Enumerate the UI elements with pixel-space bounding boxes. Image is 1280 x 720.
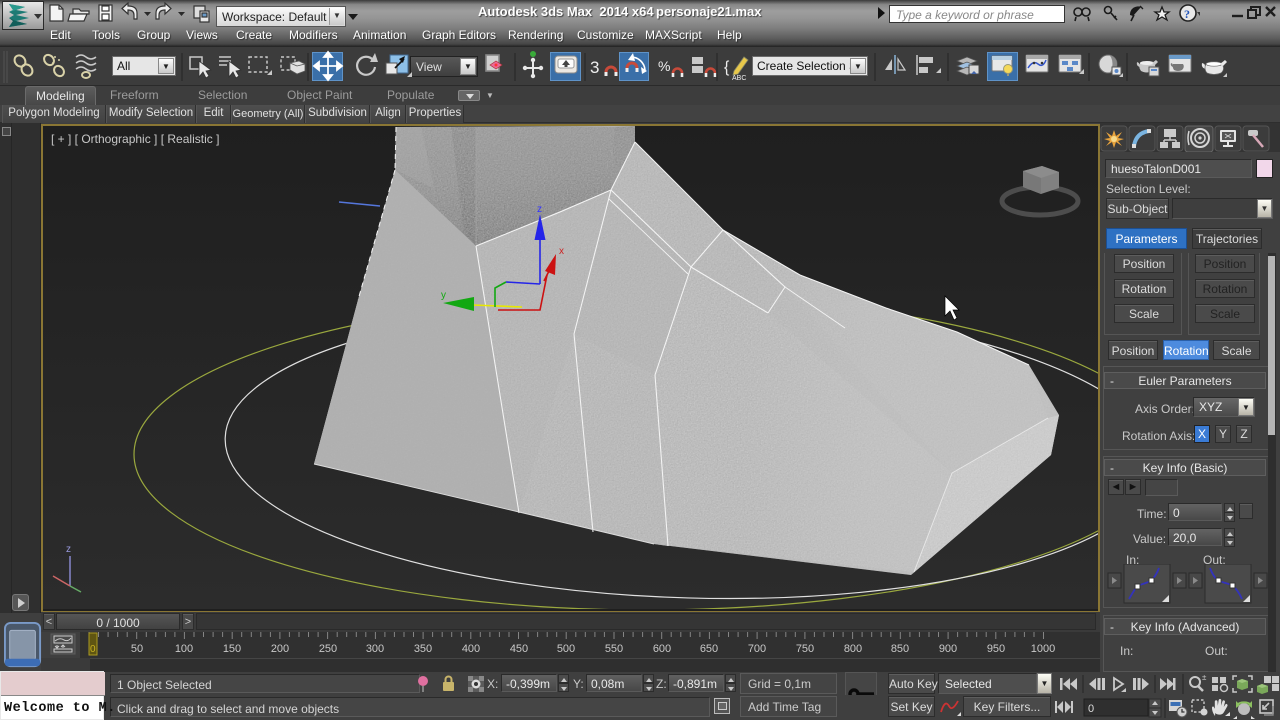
svg-text:z: z <box>66 544 71 555</box>
svg-text:650: 650 <box>700 643 718 655</box>
svg-text:200: 200 <box>271 643 289 655</box>
svg-text:±: ± <box>1202 673 1207 682</box>
svg-text:350: 350 <box>414 643 432 655</box>
svg-text:500: 500 <box>557 643 575 655</box>
svg-text:x: x <box>559 246 564 257</box>
svg-text:850: 850 <box>891 643 909 655</box>
svg-text:400: 400 <box>462 643 480 655</box>
svg-text:50: 50 <box>131 643 143 655</box>
svg-text:0: 0 <box>90 644 96 655</box>
svg-text:%: % <box>658 58 670 74</box>
svg-text:z: z <box>537 204 542 215</box>
svg-text:0: 0 <box>1088 703 1094 715</box>
svg-text:700: 700 <box>748 643 766 655</box>
svg-text:450: 450 <box>510 643 528 655</box>
svg-text:600: 600 <box>653 643 671 655</box>
svg-text:ABC: ABC <box>732 75 746 82</box>
svg-text:750: 750 <box>796 643 814 655</box>
svg-text:900: 900 <box>939 643 957 655</box>
svg-text:250: 250 <box>319 643 337 655</box>
svg-text:3: 3 <box>590 58 599 77</box>
svg-text:800: 800 <box>844 643 862 655</box>
svg-text:150: 150 <box>223 643 241 655</box>
svg-text:y: y <box>441 290 446 301</box>
svg-text:950: 950 <box>987 643 1005 655</box>
svg-text:{: { <box>724 59 730 76</box>
svg-text:300: 300 <box>366 643 384 655</box>
svg-text:1000: 1000 <box>1031 643 1055 655</box>
svg-text:100: 100 <box>175 643 193 655</box>
svg-text:550: 550 <box>605 643 623 655</box>
